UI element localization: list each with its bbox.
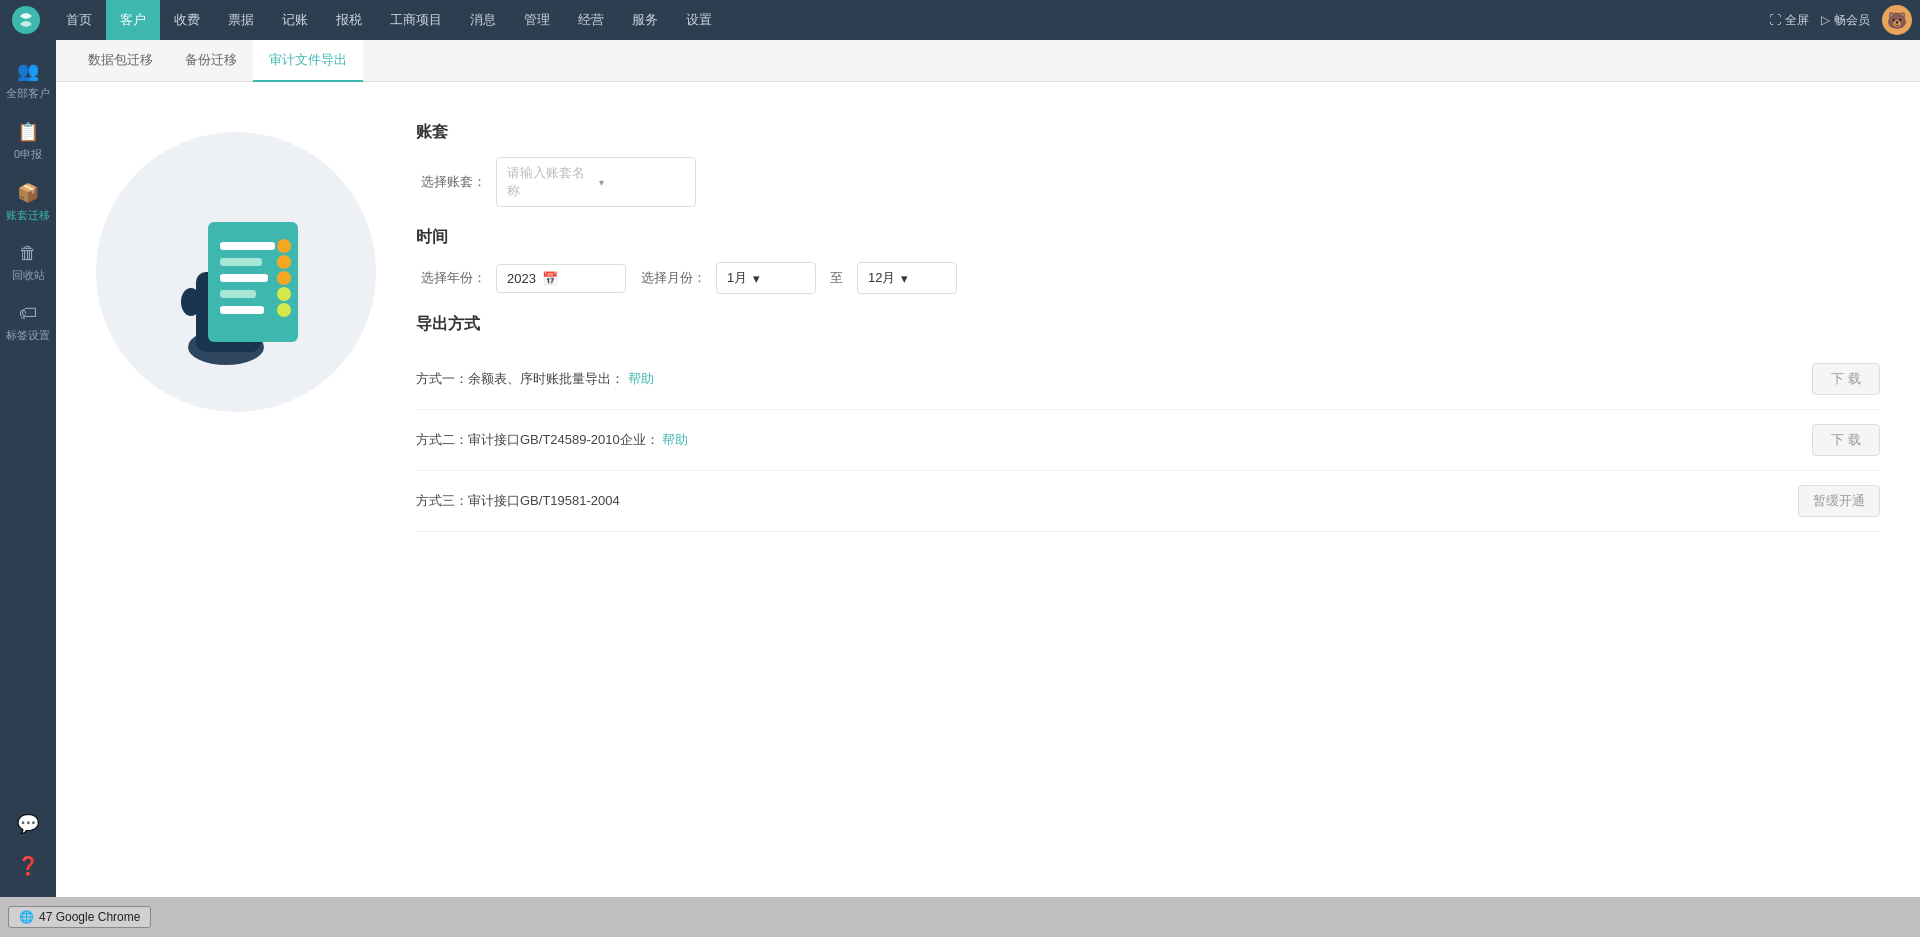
top-navigation: 首页 客户 收费 票据 记账 报税 工商项目 消息 管理 经营 服务 设置 ⛶ …	[0, 0, 1920, 40]
export-method-1-help-link[interactable]: 帮助	[628, 371, 654, 386]
svg-point-10	[277, 239, 291, 253]
chrome-icon: 🌐	[19, 910, 34, 924]
export-method-row-3: 方式三：审计接口GB/T19581-2004 暂缓开通	[416, 471, 1880, 532]
export-method-3-trial-button[interactable]: 暂缓开通	[1798, 485, 1880, 517]
sidebar-item-recycle[interactable]: 🗑 回收站	[0, 233, 56, 293]
taskbar-chrome-button[interactable]: 🌐 47 Google Chrome	[8, 906, 151, 928]
tabs-bar: 数据包迁移 备份迁移 审计文件导出	[56, 40, 1920, 82]
account-section-title: 账套	[416, 122, 1880, 143]
start-month-value: 1月	[727, 269, 747, 287]
sidebar-item-account-migrate[interactable]: 📦 账套迁移	[0, 172, 56, 233]
svg-point-11	[277, 255, 291, 269]
page-body: 账套 选择账套： 请输入账套名称 ▾ 时间 选择年份： 2023 📅	[56, 82, 1920, 897]
nav-right-area: ⛶ 全屏 ▷ 畅会员 🐻	[1769, 5, 1912, 35]
export-method-2-text: 方式二：审计接口GB/T24589-2010企业： 帮助	[416, 431, 1802, 449]
member-button[interactable]: ▷ 畅会员	[1821, 12, 1870, 29]
nav-home[interactable]: 首页	[52, 0, 106, 40]
nav-tax[interactable]: 报税	[322, 0, 376, 40]
export-section: 导出方式 方式一：余额表、序时账批量导出： 帮助 下 载 方式二：审计接口GB/…	[416, 314, 1880, 532]
export-method-2-help-link[interactable]: 帮助	[662, 432, 688, 447]
chevron-down-icon-2: ▾	[753, 271, 760, 286]
nav-settings[interactable]: 设置	[672, 0, 726, 40]
sidebar-item-all-customers[interactable]: 👥 全部客户	[0, 50, 56, 111]
svg-rect-7	[220, 274, 268, 282]
export-method-row-1: 方式一：余额表、序时账批量导出： 帮助 下 载	[416, 349, 1880, 410]
sidebar-item-zero-declare[interactable]: 📋 0申报	[0, 111, 56, 172]
nav-operation[interactable]: 经营	[564, 0, 618, 40]
year-input[interactable]: 2023 📅	[496, 264, 626, 293]
export-method-2-download-button[interactable]: 下 载	[1812, 424, 1880, 456]
play-icon: ▷	[1821, 13, 1830, 27]
nav-invoice[interactable]: 票据	[214, 0, 268, 40]
sidebar-item-chat[interactable]: 💬	[0, 803, 56, 845]
svg-point-0	[12, 6, 40, 34]
tab-data-migrate[interactable]: 数据包迁移	[72, 40, 169, 82]
illustration-circle	[96, 132, 376, 412]
account-label: 选择账套：	[416, 173, 486, 191]
nav-business[interactable]: 工商项目	[376, 0, 456, 40]
sidebar-bottom: 💬 ❓	[0, 803, 56, 897]
tag-icon: 🏷	[19, 303, 37, 324]
export-method-row-2: 方式二：审计接口GB/T24589-2010企业： 帮助 下 载	[416, 410, 1880, 471]
svg-point-12	[277, 271, 291, 285]
taskbar: 🌐 47 Google Chrome	[0, 897, 1920, 937]
sidebar-item-help[interactable]: ❓	[0, 845, 56, 887]
account-select[interactable]: 请输入账套名称 ▾	[496, 157, 696, 207]
recycle-icon: 🗑	[19, 243, 37, 264]
export-method-3-text: 方式三：审计接口GB/T19581-2004	[416, 492, 1788, 510]
help-icon: ❓	[17, 855, 39, 877]
nav-service[interactable]: 服务	[618, 0, 672, 40]
sidebar-item-tag-settings[interactable]: 🏷 标签设置	[0, 293, 56, 353]
chevron-down-icon-3: ▾	[901, 271, 908, 286]
app-logo[interactable]	[8, 2, 44, 38]
avatar[interactable]: 🐻	[1882, 5, 1912, 35]
illustration-area	[96, 112, 376, 867]
time-form-row: 选择年份： 2023 📅 选择月份： 1月 ▾ 至 12月 ▾	[416, 262, 1880, 294]
to-separator: 至	[826, 269, 847, 287]
svg-point-14	[277, 303, 291, 317]
account-form-row: 选择账套： 请输入账套名称 ▾	[416, 157, 1880, 207]
nav-bookkeeping[interactable]: 记账	[268, 0, 322, 40]
year-label: 选择年份：	[416, 269, 486, 287]
main-layout: 👥 全部客户 📋 0申报 📦 账套迁移 🗑 回收站 🏷 标签设置 💬 ❓	[0, 40, 1920, 897]
nav-manage[interactable]: 管理	[510, 0, 564, 40]
tab-backup-migrate[interactable]: 备份迁移	[169, 40, 253, 82]
svg-point-13	[277, 287, 291, 301]
chevron-down-icon: ▾	[599, 177, 685, 188]
svg-rect-6	[220, 258, 262, 266]
export-method-1-download-button[interactable]: 下 载	[1812, 363, 1880, 395]
chat-icon: 💬	[17, 813, 39, 835]
svg-rect-8	[220, 290, 256, 298]
migrate-icon: 📦	[17, 182, 39, 204]
end-month-value: 12月	[868, 269, 895, 287]
end-month-select[interactable]: 12月 ▾	[857, 262, 957, 294]
year-value: 2023	[507, 271, 536, 286]
customers-icon: 👥	[17, 60, 39, 82]
export-method-1-text: 方式一：余额表、序时账批量导出： 帮助	[416, 370, 1802, 388]
start-month-select[interactable]: 1月 ▾	[716, 262, 816, 294]
sidebar: 👥 全部客户 📋 0申报 📦 账套迁移 🗑 回收站 🏷 标签设置 💬 ❓	[0, 40, 56, 897]
content-area: 数据包迁移 备份迁移 审计文件导出	[56, 40, 1920, 897]
account-select-placeholder: 请输入账套名称	[507, 164, 593, 200]
form-area: 账套 选择账套： 请输入账套名称 ▾ 时间 选择年份： 2023 📅	[416, 112, 1880, 867]
nav-items: 首页 客户 收费 票据 记账 报税 工商项目 消息 管理 经营 服务 设置	[52, 0, 1769, 40]
month-label: 选择月份：	[636, 269, 706, 287]
nav-customer[interactable]: 客户	[106, 0, 160, 40]
tab-audit-export[interactable]: 审计文件导出	[253, 40, 363, 82]
export-section-title: 导出方式	[416, 314, 1880, 335]
calendar-icon: 📅	[542, 271, 558, 286]
svg-rect-9	[220, 306, 264, 314]
declare-icon: 📋	[17, 121, 39, 143]
svg-rect-5	[220, 242, 275, 250]
time-section-title: 时间	[416, 227, 1880, 248]
fullscreen-button[interactable]: ⛶ 全屏	[1769, 12, 1809, 29]
nav-message[interactable]: 消息	[456, 0, 510, 40]
fullscreen-icon: ⛶	[1769, 13, 1781, 27]
nav-fees[interactable]: 收费	[160, 0, 214, 40]
audit-illustration	[136, 162, 336, 382]
svg-point-3	[181, 288, 201, 316]
